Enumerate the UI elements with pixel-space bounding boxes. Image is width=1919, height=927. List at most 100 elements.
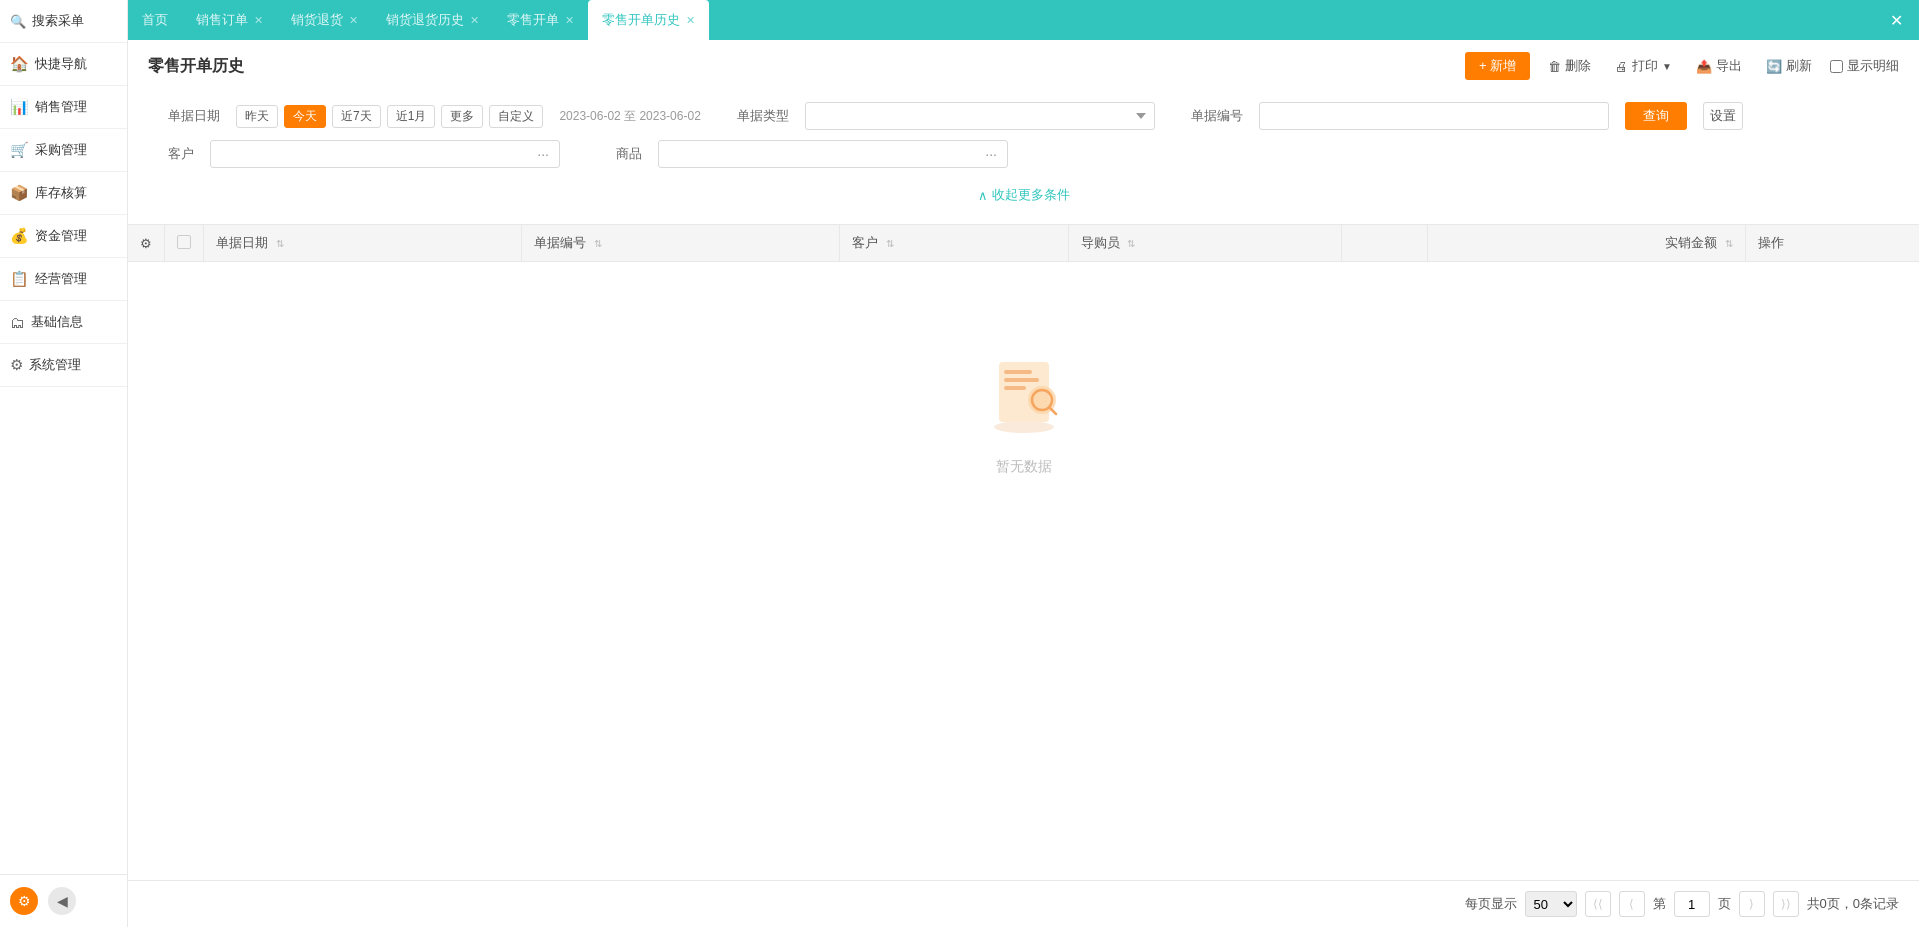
sidebar: 🔍 搜索采单 🏠 快捷导航 📊 销售管理 🛒 采购管理 📦 库存核算 💰 资金管… <box>0 0 128 927</box>
per-page-select[interactable]: 10 20 50 100 <box>1525 891 1577 917</box>
tab-retail-open-label: 零售开单 <box>507 11 559 29</box>
goods-filter-input[interactable] <box>665 147 981 162</box>
sidebar-item-sys-mgmt[interactable]: ⚙ 系统管理 <box>0 344 127 387</box>
export-button[interactable]: 📤 导出 <box>1690 53 1748 79</box>
settings-bottom-button[interactable]: ⚙ <box>10 887 38 915</box>
sort-number-icon[interactable]: ⇅ <box>594 238 602 249</box>
finance-icon: 💰 <box>10 227 29 245</box>
customer-filter-label: 客户 <box>168 145 194 163</box>
date-btn-7days[interactable]: 近7天 <box>332 105 381 128</box>
first-page-button[interactable]: ⟨⟨ <box>1585 891 1611 917</box>
empty-text: 暂无数据 <box>996 458 1052 476</box>
sidebar-item-label: 系统管理 <box>29 356 81 374</box>
customer-filter-input[interactable] <box>217 147 533 162</box>
sort-guide-icon[interactable]: ⇅ <box>1127 238 1135 249</box>
print-button[interactable]: 🖨 打印 ▼ <box>1609 53 1678 79</box>
type-select-wrapper <box>805 102 1155 130</box>
th-customer: 客户 ⇅ <box>840 225 1069 262</box>
sort-date-icon[interactable]: ⇅ <box>276 238 284 249</box>
empty-state: 暂无数据 <box>128 262 1919 556</box>
window-close-button[interactable]: ✕ <box>1886 7 1907 34</box>
page-title: 零售开单历史 <box>148 56 244 77</box>
tab-return-history[interactable]: 销货退货历史 ✕ <box>372 0 493 40</box>
tab-return-history-close[interactable]: ✕ <box>470 14 479 27</box>
tab-sales-order-close[interactable]: ✕ <box>254 14 263 27</box>
collapse-filter-button[interactable]: ∧ 收起更多条件 <box>970 182 1078 208</box>
sidebar-item-ops-mgmt[interactable]: 📋 经营管理 <box>0 258 127 301</box>
select-all-checkbox[interactable] <box>177 235 191 249</box>
sys-icon: ⚙ <box>10 356 23 374</box>
filter-settings-button[interactable]: 设置 <box>1703 102 1743 130</box>
tab-retail-history[interactable]: 零售开单历史 ✕ <box>588 0 709 40</box>
filter-area: 单据日期 昨天 今天 近7天 近1月 更多 自定义 2023-06-02 至 2… <box>148 92 1899 224</box>
date-range-text: 2023-06-02 至 2023-06-02 <box>559 108 700 125</box>
sidebar-item-label: 资金管理 <box>35 227 87 245</box>
svg-point-0 <box>994 421 1054 433</box>
th-checkbox[interactable] <box>165 225 204 262</box>
date-btn-yesterday[interactable]: 昨天 <box>236 105 278 128</box>
type-select[interactable] <box>805 102 1155 130</box>
collapse-sidebar-button[interactable]: ◀ <box>48 887 76 915</box>
sidebar-item-finance[interactable]: 💰 资金管理 <box>0 215 127 258</box>
tab-retail-history-close[interactable]: ✕ <box>686 14 695 27</box>
date-btn-more[interactable]: 更多 <box>441 105 483 128</box>
svg-line-7 <box>1050 408 1056 414</box>
tab-home[interactable]: 首页 <box>128 0 182 40</box>
tab-retail-open[interactable]: 零售开单 ✕ <box>493 0 588 40</box>
data-table: ⚙ 单据日期 ⇅ 单据编号 ⇅ <box>128 225 1919 556</box>
page-number-input[interactable] <box>1674 891 1710 917</box>
query-button[interactable]: 查询 <box>1625 102 1687 130</box>
tab-retail-open-close[interactable]: ✕ <box>565 14 574 27</box>
date-btn-1month[interactable]: 近1月 <box>387 105 436 128</box>
print-icon: 🖨 <box>1615 59 1628 74</box>
toolbar: + 新增 🗑 删除 🖨 打印 ▼ 📤 导出 🔄 <box>1465 52 1899 80</box>
refresh-button[interactable]: 🔄 刷新 <box>1760 53 1818 79</box>
sidebar-item-label: 经营管理 <box>35 270 87 288</box>
sidebar-item-inventory[interactable]: 📦 库存核算 <box>0 172 127 215</box>
tab-sales-order-label: 销售订单 <box>196 11 248 29</box>
tab-home-label: 首页 <box>142 11 168 29</box>
number-filter-input[interactable] <box>1259 102 1609 130</box>
tab-return[interactable]: 销货退货 ✕ <box>277 0 372 40</box>
date-btn-custom[interactable]: 自定义 <box>489 105 543 128</box>
display-detail-input[interactable] <box>1830 60 1843 73</box>
sort-amount-icon[interactable]: ⇅ <box>1725 238 1733 249</box>
add-button[interactable]: + 新增 <box>1465 52 1530 80</box>
prev-page-button[interactable]: ⟨ <box>1619 891 1645 917</box>
sort-customer-icon[interactable]: ⇅ <box>886 238 894 249</box>
svg-rect-3 <box>1004 378 1039 382</box>
topbar: 首页 销售订单 ✕ 销货退货 ✕ 销货退货历史 ✕ 零售开单 ✕ 零售开单历史 … <box>128 0 1919 40</box>
date-filter-label: 单据日期 <box>168 107 220 125</box>
purchase-icon: 🛒 <box>10 141 29 159</box>
search-icon: 🔍 <box>10 14 26 29</box>
sidebar-item-basic-info[interactable]: 🗂 基础信息 <box>0 301 127 344</box>
table-header-row: ⚙ 单据日期 ⇅ 单据编号 ⇅ <box>128 225 1919 262</box>
th-settings[interactable]: ⚙ <box>128 225 165 262</box>
customer-dots-button[interactable]: ··· <box>533 146 553 162</box>
sidebar-item-sales-mgmt[interactable]: 📊 销售管理 <box>0 86 127 129</box>
empty-row: 暂无数据 <box>128 262 1919 557</box>
tab-return-close[interactable]: ✕ <box>349 14 358 27</box>
goods-dots-button[interactable]: ··· <box>981 146 1001 162</box>
home-icon: 🏠 <box>10 55 29 73</box>
column-settings-icon[interactable]: ⚙ <box>140 236 152 251</box>
basic-icon: 🗂 <box>10 314 25 331</box>
page-suffix: 页 <box>1718 895 1731 913</box>
type-filter-label: 单据类型 <box>737 107 789 125</box>
sidebar-item-label: 快捷导航 <box>35 55 87 73</box>
last-page-button[interactable]: ⟩⟩ <box>1773 891 1799 917</box>
delete-icon: 🗑 <box>1548 59 1561 74</box>
th-guide: 导购员 ⇅ <box>1068 225 1341 262</box>
delete-button[interactable]: 🗑 删除 <box>1542 53 1597 79</box>
sidebar-item-quick-nav[interactable]: 🏠 快捷导航 <box>0 43 127 86</box>
sidebar-item-label: 基础信息 <box>31 313 83 331</box>
per-page-label: 每页显示 <box>1465 895 1517 913</box>
svg-rect-4 <box>1004 386 1026 390</box>
next-page-button[interactable]: ⟩ <box>1739 891 1765 917</box>
sidebar-item-purchase-mgmt[interactable]: 🛒 采购管理 <box>0 129 127 172</box>
sidebar-search[interactable]: 🔍 搜索采单 <box>0 0 127 43</box>
display-detail-checkbox[interactable]: 显示明细 <box>1830 57 1899 75</box>
tab-sales-order[interactable]: 销售订单 ✕ <box>182 0 277 40</box>
date-btn-today[interactable]: 今天 <box>284 105 326 128</box>
topbar-right: ✕ <box>1886 7 1919 34</box>
